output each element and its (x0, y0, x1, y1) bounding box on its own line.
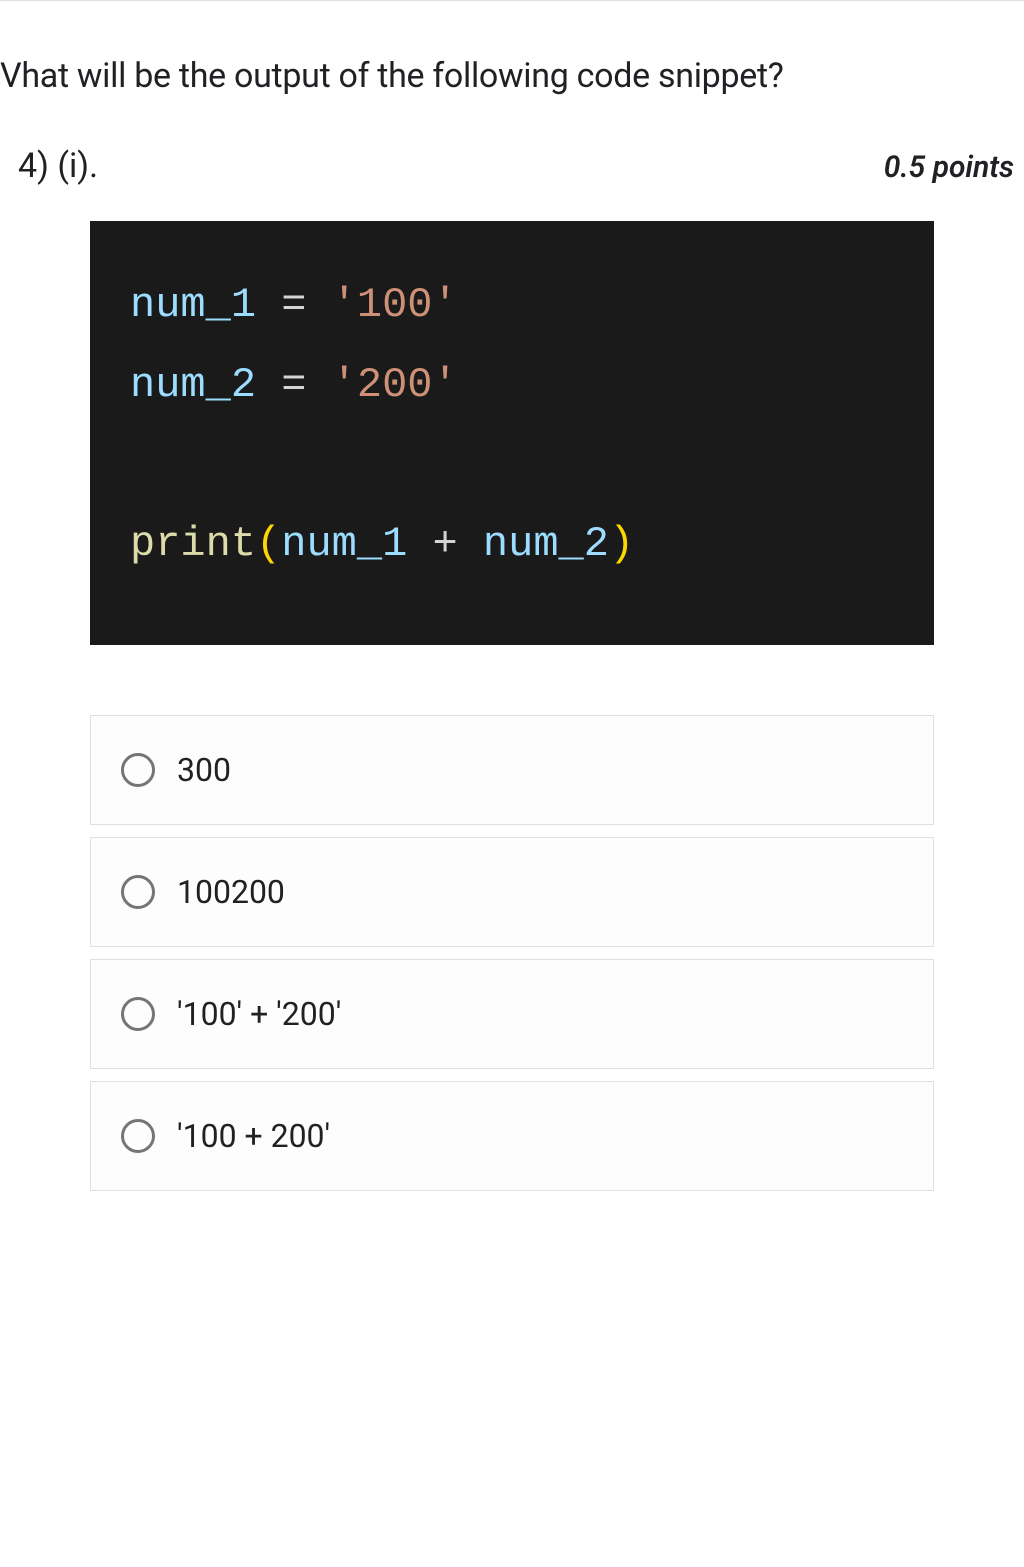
option-4[interactable]: '100 + 200' (90, 1081, 934, 1191)
radio-icon (121, 875, 155, 909)
option-label: '100' + '200' (177, 995, 341, 1033)
option-label: 300 (177, 751, 231, 789)
option-label: 100200 (177, 873, 285, 911)
code-string: '200' (332, 361, 458, 409)
option-label: '100 + 200' (177, 1117, 330, 1155)
question-title: Vhat will be the output of the following… (0, 56, 1024, 96)
code-operator: + (407, 520, 483, 568)
code-function: print (130, 520, 256, 568)
code-operator: = (256, 281, 332, 329)
code-var: num_1 (130, 281, 256, 329)
code-paren: ) (609, 520, 634, 568)
code-paren: ( (256, 520, 281, 568)
code-line-2: num_2 = '200' (130, 346, 894, 426)
code-var: num_2 (483, 520, 609, 568)
code-line-blank (130, 426, 894, 506)
radio-icon (121, 997, 155, 1031)
code-line-1: num_1 = '100' (130, 266, 894, 346)
code-var: num_2 (130, 361, 256, 409)
option-2[interactable]: 100200 (90, 837, 934, 947)
code-block: num_1 = '100' num_2 = '200' print(num_1 … (90, 221, 934, 645)
question-points: 0.5 points (884, 150, 1014, 185)
options-list: 300 100200 '100' + '200' '100 + 200' (0, 715, 1024, 1191)
top-divider (0, 0, 1024, 1)
radio-icon (121, 1119, 155, 1153)
code-var: num_1 (281, 520, 407, 568)
question-content: Vhat will be the output of the following… (0, 56, 1024, 1191)
option-1[interactable]: 300 (90, 715, 934, 825)
radio-icon (121, 753, 155, 787)
code-line-3: print(num_1 + num_2) (130, 505, 894, 585)
code-string: '100' (332, 281, 458, 329)
option-3[interactable]: '100' + '200' (90, 959, 934, 1069)
question-meta: 4) (i). 0.5 points (0, 146, 1024, 186)
code-operator: = (256, 361, 332, 409)
question-number: 4) (i). (18, 146, 98, 186)
